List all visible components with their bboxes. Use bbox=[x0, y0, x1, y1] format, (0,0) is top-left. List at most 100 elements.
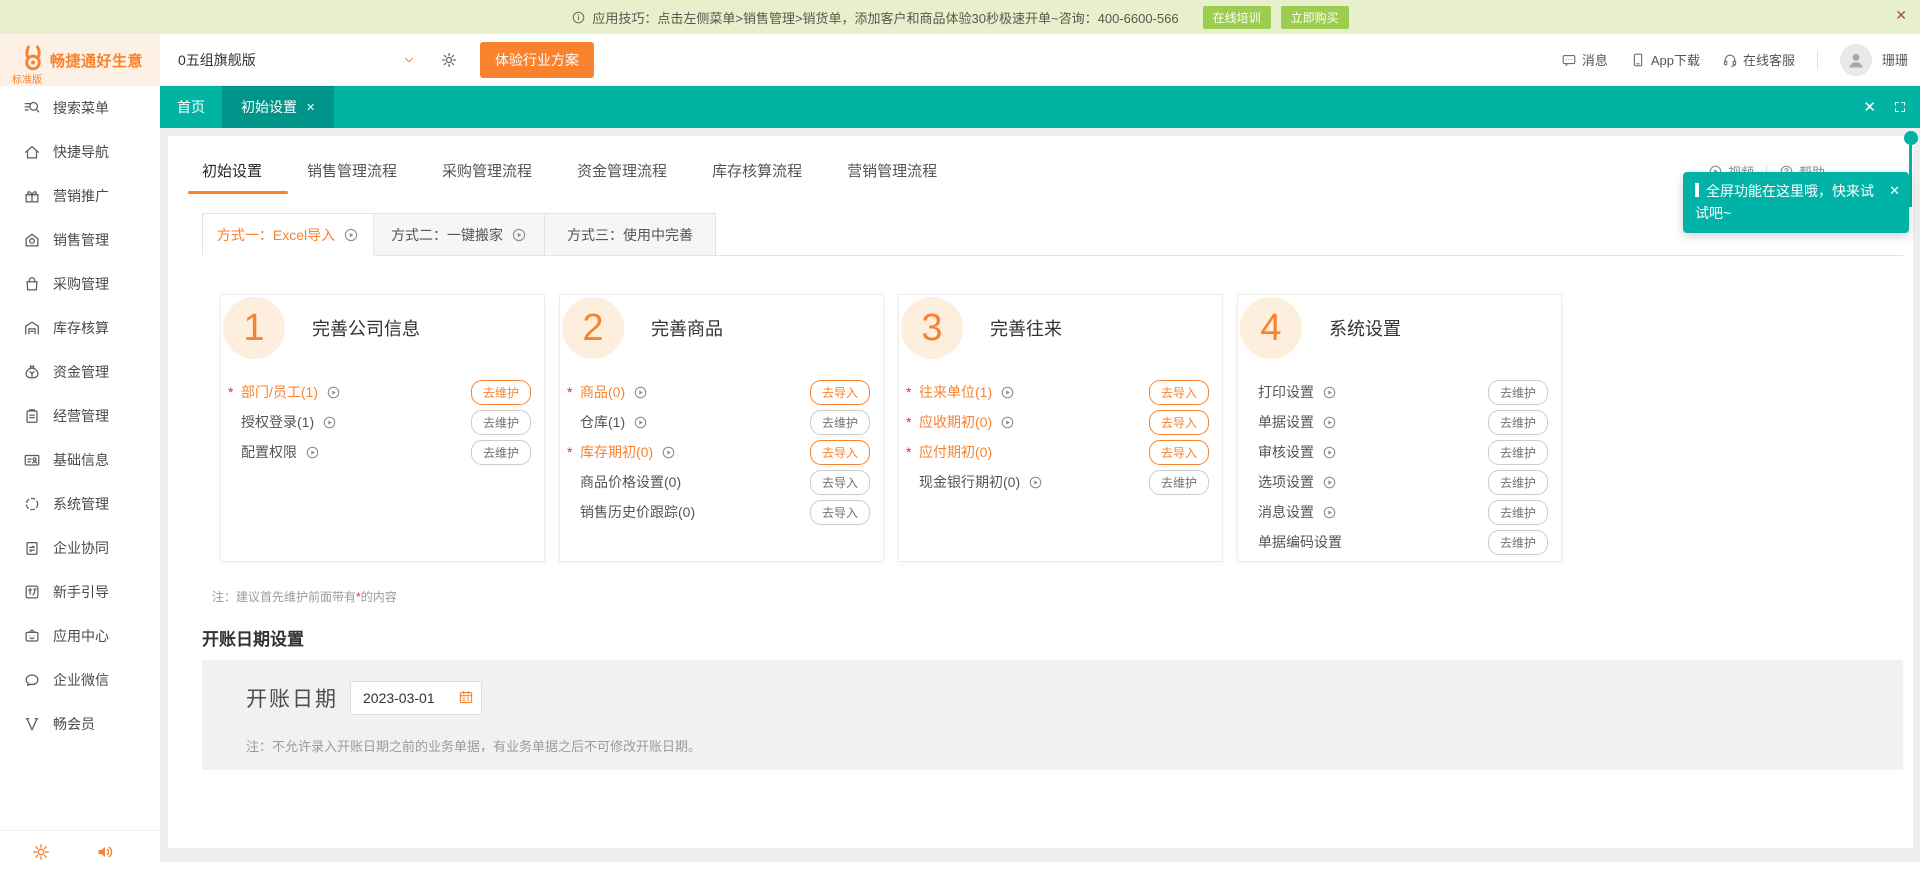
play-circle-icon[interactable] bbox=[1322, 445, 1337, 460]
method-tab-3[interactable]: 方式三：使用中完善 bbox=[544, 213, 716, 256]
sidebar-item-operation[interactable]: 经营管理 bbox=[0, 394, 160, 438]
content-tab-2[interactable]: 销售管理流程 bbox=[307, 160, 397, 194]
play-circle-icon[interactable] bbox=[326, 385, 341, 400]
close-all-tabs-icon[interactable]: ✕ bbox=[1863, 100, 1876, 115]
online-support-button[interactable]: 在线客服 bbox=[1722, 50, 1795, 69]
sidebar-item-collaboration[interactable]: 企业协同 bbox=[0, 526, 160, 570]
action-button[interactable]: 去维护 bbox=[1148, 469, 1209, 495]
play-circle-icon[interactable] bbox=[1322, 385, 1337, 400]
action-button[interactable]: 去导入 bbox=[1148, 379, 1209, 405]
action-button[interactable]: 去导入 bbox=[1148, 409, 1209, 435]
action-button[interactable]: 去维护 bbox=[470, 379, 531, 405]
account-select[interactable]: 0五组旗舰版 bbox=[178, 50, 416, 70]
card-header: 2 完善商品 bbox=[562, 297, 723, 359]
play-circle-icon[interactable] bbox=[1322, 475, 1337, 490]
play-circle-icon[interactable] bbox=[322, 415, 337, 430]
sidebar-item-system[interactable]: 系统管理 bbox=[0, 482, 160, 526]
play-circle-icon[interactable] bbox=[1322, 415, 1337, 430]
play-circle-icon[interactable] bbox=[1000, 385, 1015, 400]
sidebar-item-sales[interactable]: 销售管理 bbox=[0, 218, 160, 262]
window-tab-init-setup[interactable]: 初始设置 ✕ bbox=[222, 86, 335, 128]
content-tab-1[interactable]: 初始设置 bbox=[187, 160, 289, 194]
play-circle-icon[interactable] bbox=[633, 415, 648, 430]
action-button[interactable]: 去维护 bbox=[470, 439, 531, 465]
play-circle-icon[interactable] bbox=[661, 445, 676, 460]
action-button[interactable]: 去导入 bbox=[809, 469, 870, 495]
action-button[interactable]: 去维护 bbox=[809, 409, 870, 435]
sidebar-item-label: 应用中心 bbox=[53, 628, 109, 644]
sidebar-item-label: 畅会员 bbox=[53, 716, 95, 732]
sidebar-item-marketing[interactable]: 营销推广 bbox=[0, 174, 160, 218]
action-button[interactable]: 去导入 bbox=[1148, 439, 1209, 465]
setup-item: * 往来单位(1) 去导入 bbox=[906, 377, 1209, 407]
try-industry-plan-button[interactable]: 体验行业方案 bbox=[480, 41, 594, 78]
avatar[interactable] bbox=[1839, 43, 1872, 76]
close-tab-icon[interactable]: ✕ bbox=[306, 101, 315, 114]
vip-icon bbox=[25, 718, 39, 731]
method-tab-1[interactable]: 方式一：Excel导入 bbox=[202, 213, 374, 256]
scrollbar-track-line[interactable] bbox=[1909, 145, 1912, 207]
speaker-icon[interactable] bbox=[95, 842, 115, 862]
app-download-button[interactable]: App下载 bbox=[1630, 50, 1700, 69]
notice-close-icon[interactable]: ✕ bbox=[1895, 8, 1907, 22]
action-button[interactable]: 去导入 bbox=[809, 379, 870, 405]
sidebar-item-app-center[interactable]: 应用中心 bbox=[0, 614, 160, 658]
action-button[interactable]: 去维护 bbox=[470, 409, 531, 435]
warehouse-icon bbox=[25, 321, 39, 335]
sidebar-item-purchase[interactable]: 采购管理 bbox=[0, 262, 160, 306]
play-circle-icon[interactable] bbox=[1028, 475, 1043, 490]
username[interactable]: 珊珊 bbox=[1882, 50, 1908, 69]
sidebar-item-funds[interactable]: 资金管理 bbox=[0, 350, 160, 394]
window-tab-home[interactable]: 首页 bbox=[160, 86, 222, 128]
action-button[interactable]: 去维护 bbox=[1487, 469, 1548, 495]
play-circle-icon[interactable] bbox=[511, 227, 527, 243]
tooltip-bar bbox=[1695, 183, 1699, 197]
action-button[interactable]: 去维护 bbox=[1487, 379, 1548, 405]
notice-buttons: 在线培训 立即购买 bbox=[1193, 5, 1349, 29]
header-settings-button[interactable] bbox=[440, 51, 458, 69]
content-tab-3[interactable]: 采购管理流程 bbox=[442, 160, 532, 194]
messages-label: 消息 bbox=[1581, 53, 1608, 68]
setup-item: 消息设置 去维护 bbox=[1245, 497, 1548, 527]
play-circle-icon[interactable] bbox=[343, 227, 359, 243]
header-right: 消息 App下载 在线客服 珊珊 bbox=[1561, 43, 1908, 76]
action-button[interactable]: 去维护 bbox=[1487, 529, 1548, 555]
play-circle-icon[interactable] bbox=[305, 445, 320, 460]
play-circle-icon[interactable] bbox=[1322, 505, 1337, 520]
action-button[interactable]: 去导入 bbox=[809, 499, 870, 525]
info-icon bbox=[573, 11, 585, 23]
setup-cards: 1 完善公司信息 * 部门/员工(1) 去维护 授权登录(1) 去维护 配置权限 去维护 2 完善商… bbox=[220, 294, 1562, 562]
sidebar-item-inventory[interactable]: 库存核算 bbox=[0, 306, 160, 350]
method-tab-2[interactable]: 方式二：一键搬家 bbox=[373, 213, 545, 256]
scrollbar-thumb-dot[interactable] bbox=[1904, 131, 1918, 145]
fullscreen-icon[interactable] bbox=[1893, 100, 1907, 114]
sidebar-item-novice-guide[interactable]: 新手引导 bbox=[0, 570, 160, 614]
calendar-icon[interactable] bbox=[458, 689, 474, 705]
notice-button-2[interactable]: 立即购买 bbox=[1280, 5, 1349, 29]
play-circle-icon[interactable] bbox=[1000, 415, 1015, 430]
sidebar-item-label: 系统管理 bbox=[53, 496, 109, 512]
settings-gear-icon[interactable] bbox=[31, 842, 51, 862]
play-circle-icon[interactable] bbox=[633, 385, 648, 400]
sidebar-item-label: 经营管理 bbox=[53, 408, 109, 424]
messages-button[interactable]: 消息 bbox=[1561, 50, 1608, 69]
action-button[interactable]: 去维护 bbox=[1487, 439, 1548, 465]
sidebar-item-member[interactable]: 畅会员 bbox=[0, 702, 160, 746]
cards-note-suffix: 的内容 bbox=[360, 590, 397, 604]
content-tab-6[interactable]: 营销管理流程 bbox=[847, 160, 937, 194]
tooltip-close-icon[interactable]: ✕ bbox=[1889, 181, 1900, 201]
content-tab-4[interactable]: 资金管理流程 bbox=[577, 160, 667, 194]
sidebar-item-wecom[interactable]: 企业微信 bbox=[0, 658, 160, 702]
sidebar-item-base-info[interactable]: 基础信息 bbox=[0, 438, 160, 482]
sidebar-item-quick-nav[interactable]: 快捷导航 bbox=[0, 130, 160, 174]
setup-item: 授权登录(1) 去维护 bbox=[228, 407, 531, 437]
action-button[interactable]: 去维护 bbox=[1487, 499, 1548, 525]
notice-button-1[interactable]: 在线培训 bbox=[1202, 5, 1271, 29]
action-button[interactable]: 去导入 bbox=[809, 439, 870, 465]
setup-item-label: 授权登录(1) bbox=[241, 414, 315, 430]
content-tab-5[interactable]: 库存核算流程 bbox=[712, 160, 802, 194]
action-button[interactable]: 去维护 bbox=[1487, 409, 1548, 435]
sidebar-item-search[interactable]: 搜索菜单 bbox=[0, 86, 160, 130]
method-tabs: 方式一：Excel导入 方式二：一键搬家 方式三：使用中完善 bbox=[202, 213, 1903, 256]
account-select-value: 0五组旗舰版 bbox=[178, 51, 256, 68]
